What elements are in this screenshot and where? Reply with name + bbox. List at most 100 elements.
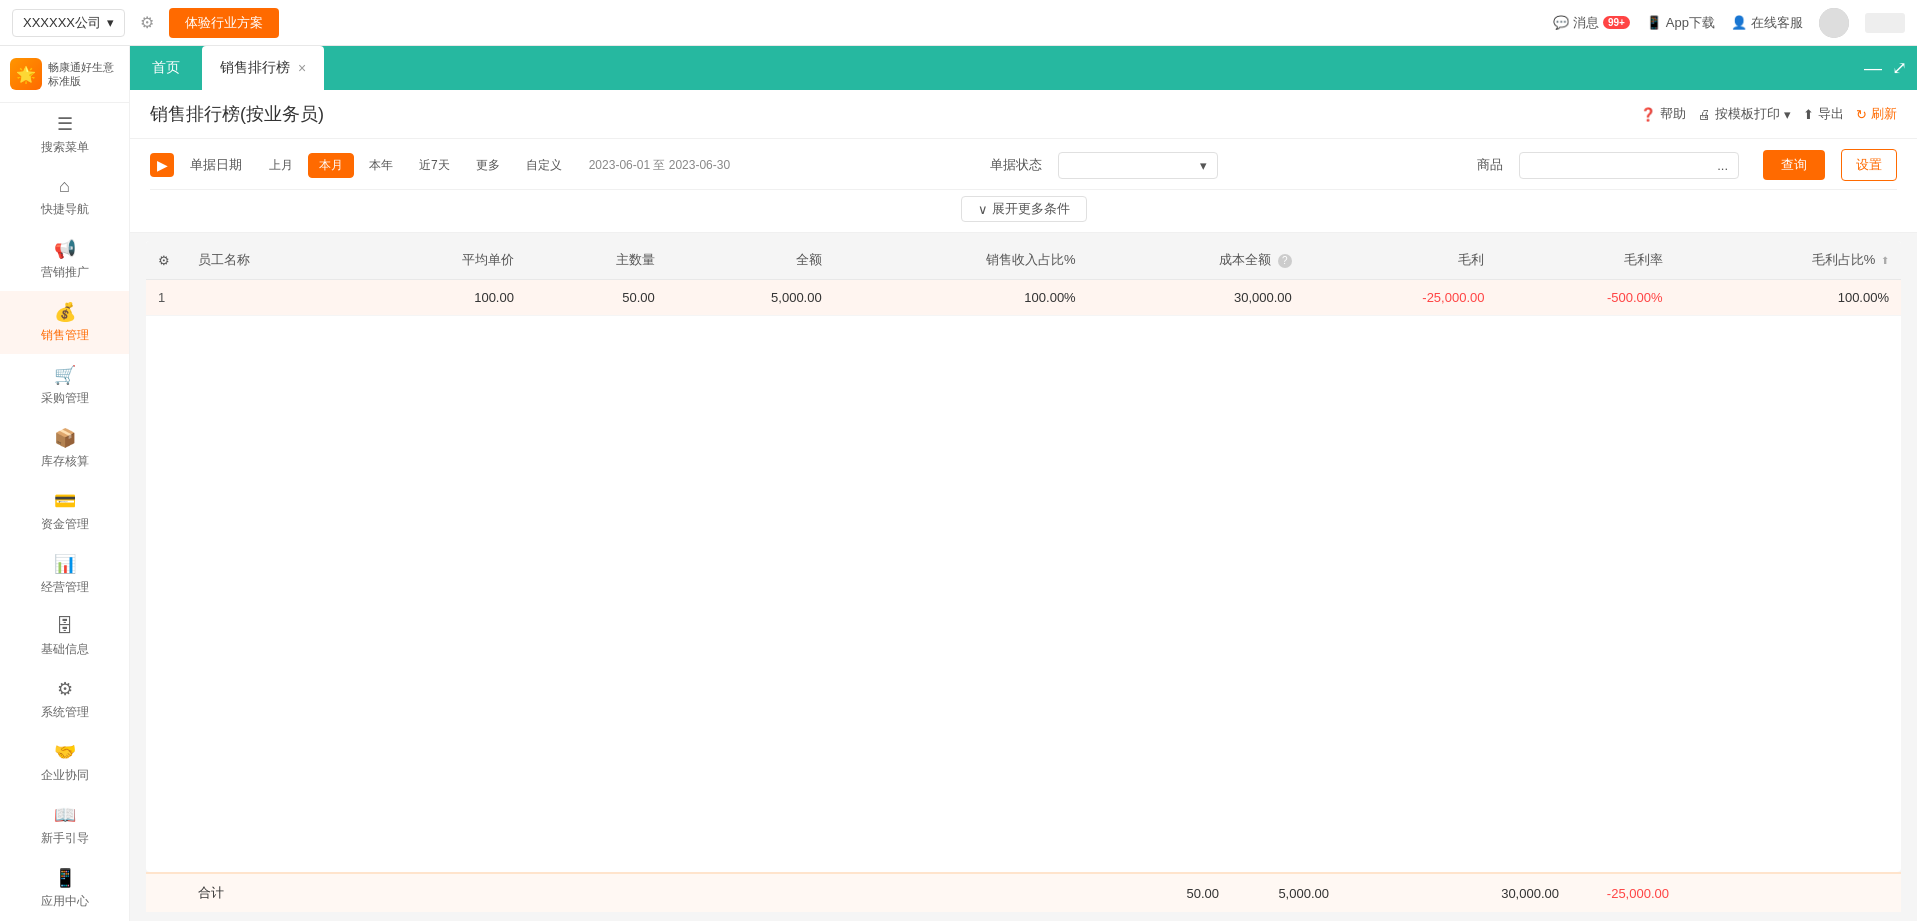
sidebar-item-sales[interactable]: 💰 销售管理 bbox=[0, 291, 129, 354]
online-service-button[interactable]: 👤 在线客服 bbox=[1731, 14, 1803, 32]
col-name: 员工名称 bbox=[186, 241, 356, 280]
print-icon: 🖨 bbox=[1698, 107, 1711, 122]
sort-icon[interactable]: ⬆ bbox=[1881, 255, 1889, 266]
tab-active-label: 销售排行榜 bbox=[220, 59, 290, 77]
query-button[interactable]: 查询 bbox=[1763, 150, 1825, 180]
avatar-placeholder bbox=[1819, 8, 1849, 38]
help-button[interactable]: ❓ 帮助 bbox=[1640, 105, 1686, 123]
sidebar-nav-label: 快捷导航 bbox=[41, 201, 89, 218]
goods-input[interactable]: ... bbox=[1519, 152, 1739, 179]
message-button[interactable]: 💬 消息 99+ bbox=[1553, 14, 1630, 32]
logo-text: 畅康通好生意 标准版 bbox=[48, 60, 114, 89]
data-table: ⚙ 员工名称 平均单价 主数量 bbox=[146, 241, 1901, 316]
sidebar-inventory-label: 库存核算 bbox=[41, 453, 89, 470]
search-menu-icon: ☰ bbox=[57, 113, 73, 135]
top-bar: XXXXXX公司 ▾ ⚙ 体验行业方案 💬 消息 99+ 📱 App下载 👤 在… bbox=[0, 0, 1917, 46]
company-selector[interactable]: XXXXXX公司 ▾ bbox=[12, 9, 125, 37]
sidebar-basic-label: 基础信息 bbox=[41, 641, 89, 658]
cooperation-icon: 🤝 bbox=[54, 741, 76, 763]
sidebar-item-marketing[interactable]: 📢 营销推广 bbox=[0, 228, 129, 291]
expand-conditions-button[interactable]: ∨ 展开更多条件 bbox=[961, 196, 1087, 222]
period-7days[interactable]: 近7天 bbox=[408, 153, 461, 178]
home-icon: ⌂ bbox=[59, 176, 70, 197]
sidebar-sales-label: 销售管理 bbox=[41, 327, 89, 344]
page-header: 销售排行榜(按业务员) ❓ 帮助 🖨 按模板打印 ▾ ⬆ 导出 bbox=[130, 90, 1917, 139]
cell-sales-pct: 100.00% bbox=[834, 280, 1088, 316]
content-area: 首页 销售排行榜 × — ⤢ 销售排行榜(按业务员) ❓ 帮助 bbox=[130, 46, 1917, 921]
filter-collapse-button[interactable]: ▶ bbox=[150, 153, 174, 177]
table-body: 1 100.00 50.00 5,000.00 100.00% 30,000.0… bbox=[146, 280, 1901, 316]
user-avatar[interactable] bbox=[1819, 8, 1849, 38]
marketing-icon: 📢 bbox=[54, 238, 76, 260]
filter-row-1: ▶ 单据日期 上月 本月 本年 近7天 更多 自定义 2023-06-01 至 … bbox=[150, 149, 1897, 181]
col-gross: 毛利 bbox=[1304, 241, 1497, 280]
service-icon: 👤 bbox=[1731, 15, 1747, 30]
main-layout: 🌟 畅康通好生意 标准版 ☰ 搜索菜单 ⌂ 快捷导航 📢 营销推广 💰 销售管理… bbox=[0, 46, 1917, 921]
sidebar-item-purchase[interactable]: 🛒 采购管理 bbox=[0, 354, 129, 417]
sidebar-item-cooperation[interactable]: 🤝 企业协同 bbox=[0, 731, 129, 794]
sidebar-item-basic[interactable]: 🗄 基础信息 bbox=[0, 606, 129, 668]
footer-gross: -25,000.00 bbox=[1571, 874, 1681, 913]
sidebar-management-label: 经营管理 bbox=[41, 579, 89, 596]
status-select[interactable]: ▾ bbox=[1058, 152, 1218, 179]
col-avg-price: 平均单价 bbox=[356, 241, 526, 280]
sidebar-item-system[interactable]: ⚙ 系统管理 bbox=[0, 668, 129, 731]
sales-icon: 💰 bbox=[54, 301, 76, 323]
sidebar-item-management[interactable]: 📊 经营管理 bbox=[0, 543, 129, 606]
cell-rank: 1 bbox=[146, 280, 186, 316]
sidebar-item-guide[interactable]: 📖 新手引导 bbox=[0, 794, 129, 857]
print-button[interactable]: 🖨 按模板打印 ▾ bbox=[1698, 105, 1791, 123]
finance-icon: 💳 bbox=[54, 490, 76, 512]
col-sales-pct: 销售收入占比% bbox=[834, 241, 1088, 280]
top-bar-right: 💬 消息 99+ 📱 App下载 👤 在线客服 bbox=[1553, 8, 1905, 38]
table-scroll[interactable]: ⚙ 员工名称 平均单价 主数量 bbox=[146, 241, 1901, 872]
period-current-month[interactable]: 本月 bbox=[308, 153, 354, 178]
period-last-month[interactable]: 上月 bbox=[258, 153, 304, 178]
app-download-button[interactable]: 📱 App下载 bbox=[1646, 14, 1715, 32]
app-icon: 📱 bbox=[1646, 15, 1662, 30]
sidebar-item-search[interactable]: ☰ 搜索菜单 bbox=[0, 103, 129, 166]
date-period-buttons: 上月 本月 本年 近7天 更多 自定义 bbox=[258, 153, 573, 178]
expand-icon: ∨ bbox=[978, 202, 988, 217]
sidebar-logo: 🌟 畅康通好生意 标准版 bbox=[0, 46, 129, 103]
table-settings-button[interactable]: 设置 bbox=[1841, 149, 1897, 181]
sidebar-item-apps[interactable]: 📱 应用中心 bbox=[0, 857, 129, 920]
cell-amount: 5,000.00 bbox=[667, 280, 834, 316]
col-cost: 成本全额 ? bbox=[1088, 241, 1304, 280]
sidebar-finance-label: 资金管理 bbox=[41, 516, 89, 533]
cost-info-icon[interactable]: ? bbox=[1278, 254, 1292, 268]
cell-avg-price: 100.00 bbox=[356, 280, 526, 316]
period-more[interactable]: 更多 bbox=[465, 153, 511, 178]
tab-minimize-button[interactable]: — bbox=[1864, 58, 1882, 79]
cell-name bbox=[186, 280, 356, 316]
sidebar-item-finance[interactable]: 💳 资金管理 bbox=[0, 480, 129, 543]
refresh-button[interactable]: ↻ 刷新 bbox=[1856, 105, 1897, 123]
export-button[interactable]: ⬆ 导出 bbox=[1803, 105, 1844, 123]
sidebar-marketing-label: 营销推广 bbox=[41, 264, 89, 281]
col-settings[interactable]: ⚙ bbox=[146, 241, 186, 280]
management-icon: 📊 bbox=[54, 553, 76, 575]
message-label: 消息 bbox=[1573, 14, 1599, 32]
tab-home[interactable]: 首页 bbox=[134, 46, 198, 90]
sidebar-item-nav[interactable]: ⌂ 快捷导航 bbox=[0, 166, 129, 228]
settings-button[interactable]: ⚙ bbox=[133, 9, 161, 37]
print-dropdown-icon: ▾ bbox=[1784, 107, 1791, 122]
tab-maximize-button[interactable]: ⤢ bbox=[1892, 57, 1907, 79]
period-current-year[interactable]: 本年 bbox=[358, 153, 404, 178]
refresh-icon: ↻ bbox=[1856, 107, 1867, 122]
period-custom[interactable]: 自定义 bbox=[515, 153, 573, 178]
table-footer: 合计 50.00 5,000.00 30,000.00 -25,000.00 bbox=[146, 872, 1901, 913]
goods-label: 商品 bbox=[1477, 156, 1503, 174]
sidebar-search-label: 搜索菜单 bbox=[41, 139, 89, 156]
date-range-display: 2023-06-01 至 2023-06-30 bbox=[589, 157, 730, 174]
sidebar-item-inventory[interactable]: 📦 库存核算 bbox=[0, 417, 129, 480]
tab-close-icon[interactable]: × bbox=[298, 60, 306, 76]
message-badge: 99+ bbox=[1603, 16, 1630, 29]
footer-gross-pct bbox=[1791, 874, 1901, 913]
footer-avg-price bbox=[1011, 874, 1131, 913]
table-header: ⚙ 员工名称 平均单价 主数量 bbox=[146, 241, 1901, 280]
tab-sales-ranking[interactable]: 销售排行榜 × bbox=[202, 46, 324, 90]
trial-button[interactable]: 体验行业方案 bbox=[169, 8, 279, 38]
col-amount: 全额 bbox=[667, 241, 834, 280]
purchase-icon: 🛒 bbox=[54, 364, 76, 386]
